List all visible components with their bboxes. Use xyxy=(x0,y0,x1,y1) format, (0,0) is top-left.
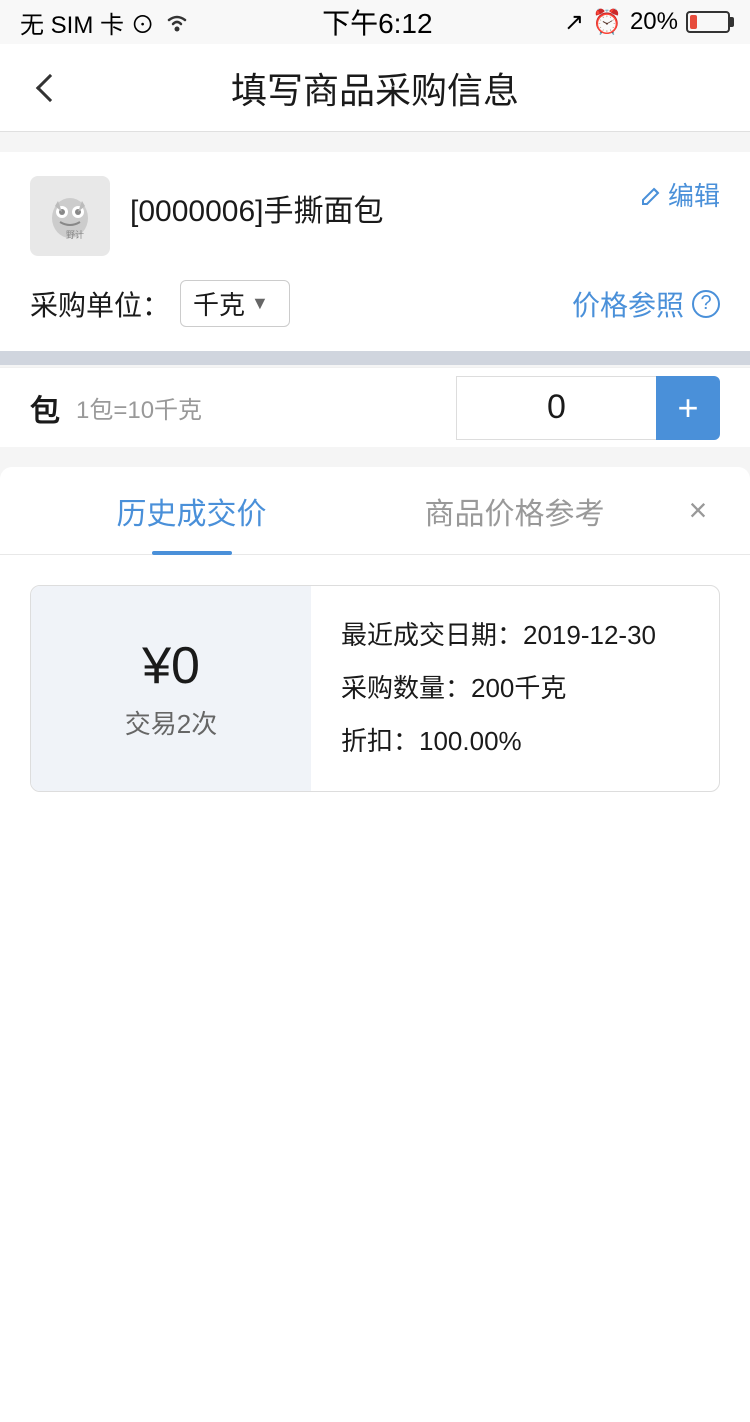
price-reference-button[interactable]: 价格参照 ? xyxy=(572,284,720,324)
price-amount: ¥0 xyxy=(142,636,200,696)
discount-row: 折扣：100.00% xyxy=(341,722,689,761)
page-title: 填写商品采购信息 xyxy=(231,62,519,114)
price-summary: ¥0 交易2次 xyxy=(31,586,311,791)
status-right: ↗ ⏰ 20% xyxy=(564,8,730,37)
purchase-qty-row: 采购数量：200千克 xyxy=(341,669,689,708)
product-header: 野计 [0000006]手撕面包 编辑 xyxy=(30,176,720,256)
tab-history-price[interactable]: 历史成交价 xyxy=(30,467,353,555)
quantity-input[interactable]: 0 xyxy=(456,376,656,440)
quantity-input-row: 0 + xyxy=(456,376,720,440)
dropdown-arrow-icon: ▼ xyxy=(251,293,269,314)
svg-text:野计: 野计 xyxy=(66,229,84,240)
product-logo-icon: 野计 xyxy=(40,186,100,246)
tab-product-price-ref[interactable]: 商品价格参考 xyxy=(353,467,676,555)
section-separator xyxy=(0,351,750,365)
battery-percent: 20% xyxy=(630,8,678,36)
wifi-icon xyxy=(163,12,191,32)
product-name: [0000006]手撕面包 xyxy=(130,186,383,230)
location-icon: ↗ xyxy=(564,8,584,37)
quantity-unit-label: 包 xyxy=(30,386,60,430)
quantity-conversion-label: 1包=10千克 xyxy=(76,390,202,425)
edit-icon xyxy=(640,184,662,206)
recent-date-row: 最近成交日期：2019-12-30 xyxy=(341,616,689,655)
product-card: 野计 [0000006]手撕面包 编辑 采购单位： 千克 ▼ 价格参照 ? xyxy=(0,152,750,351)
quantity-plus-button[interactable]: + xyxy=(656,376,720,440)
battery-icon xyxy=(686,11,730,33)
status-bar: 无 SIM 卡 ⊙ 下午6:12 ↗ ⏰ 20% xyxy=(0,0,750,44)
tab-content-history: ¥0 交易2次 最近成交日期：2019-12-30 采购数量：200千克 折扣：… xyxy=(0,555,750,822)
sim-status: 无 SIM 卡 ⊙ xyxy=(20,5,155,40)
back-button[interactable] xyxy=(30,68,70,108)
unit-label: 采购单位： 千克 ▼ xyxy=(30,280,290,327)
product-image: 野计 xyxy=(30,176,110,256)
price-record-card: ¥0 交易2次 最近成交日期：2019-12-30 采购数量：200千克 折扣：… xyxy=(30,585,720,792)
purchase-unit-row: 采购单位： 千克 ▼ 价格参照 ? xyxy=(30,280,720,327)
price-details: 最近成交日期：2019-12-30 采购数量：200千克 折扣：100.00% xyxy=(311,586,719,791)
status-time: 下午6:12 xyxy=(322,2,433,42)
tabs-header: 历史成交价 商品价格参考 × xyxy=(0,467,750,555)
back-arrow-icon xyxy=(36,73,64,101)
quantity-section: 包 1包=10千克 0 + xyxy=(0,367,750,447)
nav-bar: 填写商品采购信息 xyxy=(0,44,750,132)
tabs-section: 历史成交价 商品价格参考 × ¥0 交易2次 最近成交日期：2019-12-30… xyxy=(0,467,750,822)
alarm-icon: ⏰ xyxy=(592,8,622,37)
product-info: 野计 [0000006]手撕面包 xyxy=(30,176,383,256)
white-fill-area xyxy=(0,822,750,1422)
close-tab-button[interactable]: × xyxy=(676,489,720,533)
unit-select-dropdown[interactable]: 千克 ▼ xyxy=(180,280,290,327)
edit-button[interactable]: 编辑 xyxy=(640,176,720,213)
status-left: 无 SIM 卡 ⊙ xyxy=(20,5,191,40)
help-circle-icon: ? xyxy=(692,290,720,318)
price-trade-count: 交易2次 xyxy=(125,704,217,741)
quantity-label: 包 1包=10千克 xyxy=(30,386,202,430)
